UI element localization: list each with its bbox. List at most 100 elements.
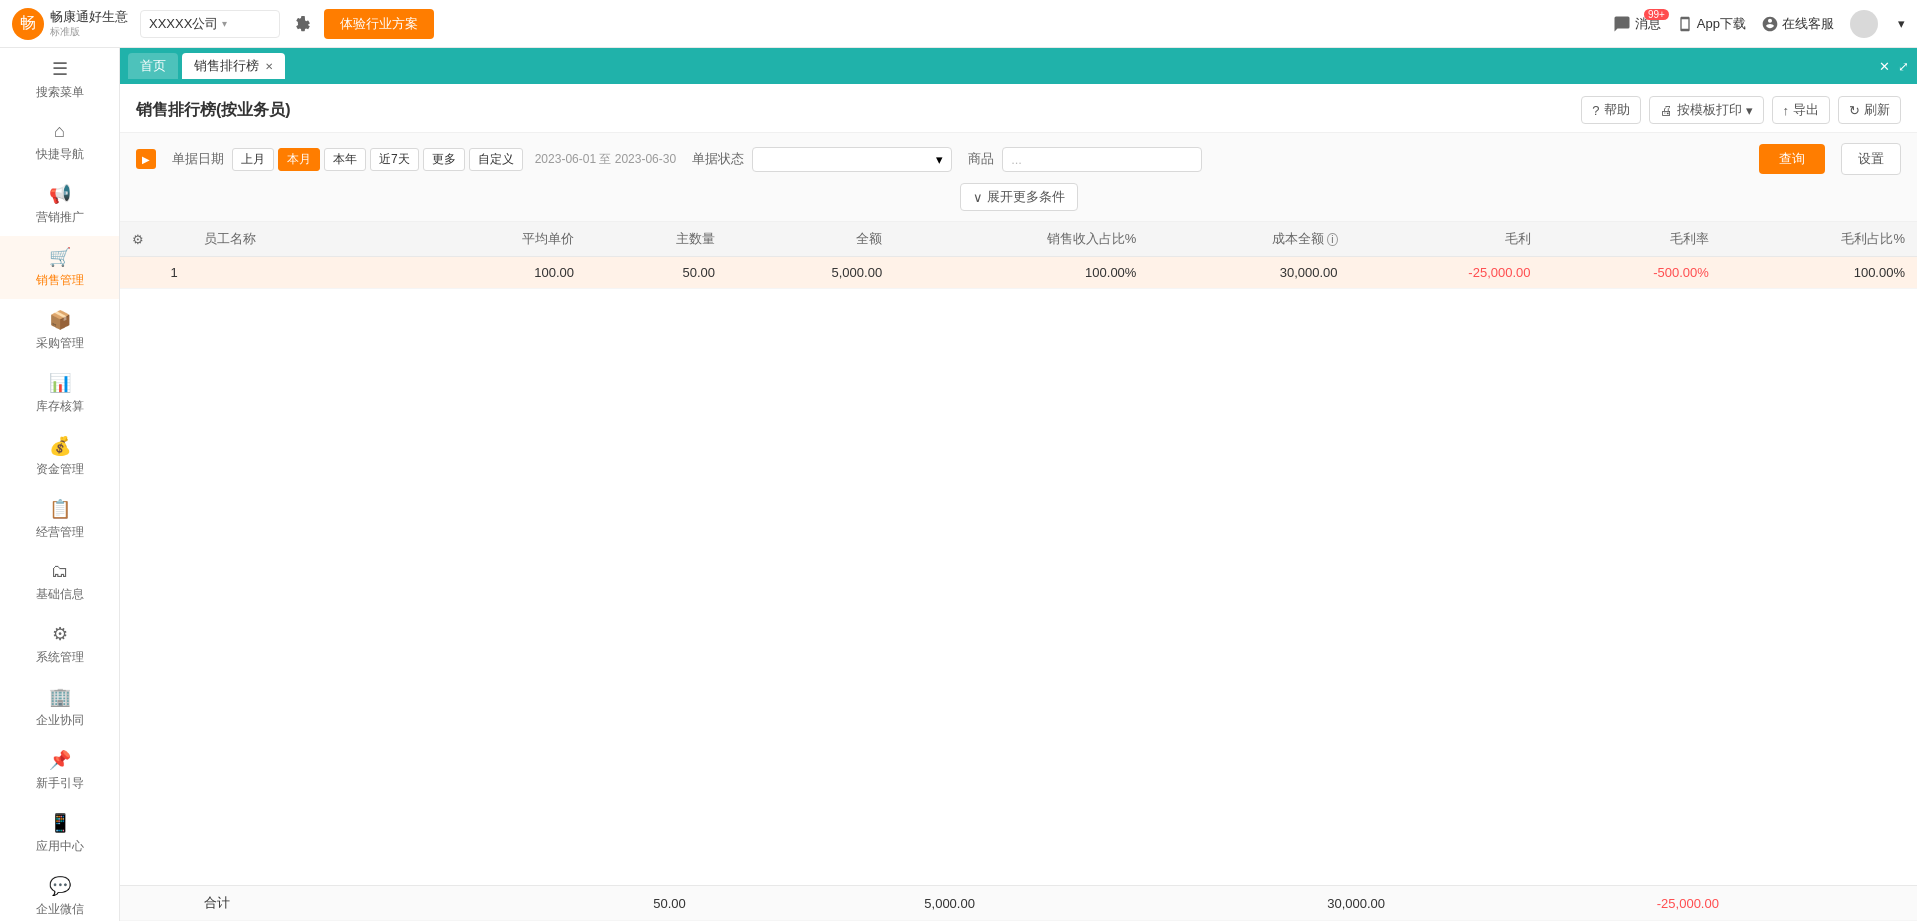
help-icon: ?	[1592, 103, 1599, 118]
sidebar-item-basic-info[interactable]: 🗂 基础信息	[0, 551, 119, 613]
sidebar-item-inventory[interactable]: 📊 库存核算	[0, 362, 119, 425]
logo-icon: 畅	[12, 8, 44, 40]
tab-close-all-icon[interactable]: ✕	[1879, 59, 1890, 74]
sidebar-item-purchase[interactable]: 📦 采购管理	[0, 299, 119, 362]
footer-table: 合计 50.00 5,000.00 30,000.00 -25,000.00	[120, 886, 1917, 921]
footer-row: 合计 50.00 5,000.00 30,000.00 -25,000.00	[120, 886, 1917, 921]
sidebar-item-enterprise-wechat[interactable]: 💬 企业微信	[0, 865, 119, 921]
company-selector[interactable]: XXXXX公司 ▾	[140, 10, 280, 38]
refresh-icon: ↻	[1849, 103, 1860, 118]
help-button[interactable]: ? 帮助	[1581, 96, 1640, 124]
inventory-icon: 📊	[49, 372, 71, 394]
sidebar-item-finance[interactable]: 💰 资金管理	[0, 425, 119, 488]
expand-conditions-button[interactable]: ∨ 展开更多条件	[960, 183, 1078, 211]
sidebar-item-enterprise-collab[interactable]: 🏢 企业协同	[0, 676, 119, 739]
app-download-button[interactable]: App下载	[1677, 15, 1746, 33]
sidebar-item-newbie[interactable]: 📌 新手引导	[0, 739, 119, 802]
user-chevron-icon: ▾	[1898, 16, 1905, 31]
query-button[interactable]: 查询	[1759, 144, 1825, 174]
col-amount: 全额	[727, 222, 894, 257]
goods-input[interactable]: ...	[1002, 147, 1202, 172]
col-settings-icon: ⚙	[132, 232, 144, 247]
status-select[interactable]: ▾	[752, 147, 952, 172]
tab-expand-icon[interactable]: ⤢	[1898, 59, 1909, 74]
app-center-icon: 📱	[49, 812, 71, 834]
settings-button[interactable]: 设置	[1841, 143, 1901, 175]
footer-gross-pct	[1824, 886, 1917, 921]
table-header-row: ⚙ 员工名称 平均单价 主数量 全额 销售收入占比% 成本全额 i 毛利 毛利率…	[120, 222, 1917, 257]
date-buttons: 上月 本月 本年 近7天 更多 自定义	[232, 148, 523, 171]
table-body: 1 100.00 50.00 5,000.00 100.00% 30,000.0…	[120, 257, 1917, 289]
enterprise-collab-icon: 🏢	[49, 686, 71, 708]
app-download-label: App下载	[1697, 15, 1746, 33]
sidebar-item-marketing[interactable]: 📢 营销推广	[0, 173, 119, 236]
filter-collapse-icon[interactable]: ▶	[136, 149, 156, 169]
date-btn-7days[interactable]: 近7天	[370, 148, 419, 171]
table-container: ⚙ 员工名称 平均单价 主数量 全额 销售收入占比% 成本全额 i 毛利 毛利率…	[120, 222, 1917, 885]
page-header: 销售排行榜(按业务员) ? 帮助 🖨 按模板打印 ▾ ↑ 导出	[120, 84, 1917, 133]
cell-name	[192, 257, 416, 289]
col-sales-pct: 销售收入占比%	[894, 222, 1148, 257]
col-avg-price: 平均单价	[416, 222, 586, 257]
tab-sales-ranking[interactable]: 销售排行榜 ✕	[182, 53, 285, 79]
sidebar: ☰ 搜索菜单 ⌂ 快捷导航 📢 营销推广 🛒 销售管理 📦 采购管理 📊 库存核…	[0, 48, 120, 921]
col-main-qty: 主数量	[586, 222, 727, 257]
operations-icon: 📋	[49, 498, 71, 520]
marketing-icon: 📢	[49, 183, 71, 205]
purchase-icon: 📦	[49, 309, 71, 331]
cell-amount: 5,000.00	[727, 257, 894, 289]
refresh-button[interactable]: ↻ 刷新	[1838, 96, 1901, 124]
user-avatar[interactable]	[1850, 10, 1878, 38]
col-gross-pct: 毛利占比%	[1721, 222, 1917, 257]
tab-close-icon[interactable]: ✕	[265, 61, 273, 72]
tab-home[interactable]: 首页	[128, 53, 178, 79]
footer-cost: 30,000.00	[1080, 886, 1397, 921]
print-button[interactable]: 🖨 按模板打印 ▾	[1649, 96, 1764, 124]
filter-area: ▶ 单据日期 上月 本月 本年 近7天 更多 自定义 2023-	[120, 133, 1917, 222]
sidebar-item-sales[interactable]: 🛒 销售管理	[0, 236, 119, 299]
filter-row-1: ▶ 单据日期 上月 本月 本年 近7天 更多 自定义 2023-	[136, 143, 1901, 175]
footer-sales-pct	[987, 886, 1080, 921]
sales-icon: 🛒	[49, 246, 71, 268]
footer-gross: -25,000.00	[1397, 886, 1731, 921]
col-settings[interactable]: ⚙	[120, 222, 156, 257]
header-actions: ? 帮助 🖨 按模板打印 ▾ ↑ 导出 ↻ 刷新	[1581, 96, 1901, 124]
footer-avg-price	[386, 886, 479, 921]
cell-main-qty: 50.00	[586, 257, 727, 289]
cell-settings	[120, 257, 156, 289]
date-btn-this-month[interactable]: 本月	[278, 148, 320, 171]
sidebar-item-quick-nav[interactable]: ⌂ 快捷导航	[0, 111, 119, 173]
table-footer: 合计 50.00 5,000.00 30,000.00 -25,000.00	[120, 885, 1917, 921]
sidebar-item-system[interactable]: ⚙ 系统管理	[0, 613, 119, 676]
date-btn-this-year[interactable]: 本年	[324, 148, 366, 171]
page-content: 销售排行榜(按业务员) ? 帮助 🖨 按模板打印 ▾ ↑ 导出	[120, 84, 1917, 921]
system-icon: ⚙	[52, 623, 68, 645]
status-chevron-icon: ▾	[936, 152, 943, 167]
goods-filter-group: 商品 ...	[968, 147, 1202, 172]
logo-line1: 畅康通好生意	[50, 9, 128, 26]
basic-info-icon: 🗂	[51, 561, 69, 582]
print-chevron-icon: ▾	[1746, 103, 1753, 118]
export-icon: ↑	[1783, 103, 1790, 118]
sidebar-item-operations[interactable]: 📋 经营管理	[0, 488, 119, 551]
sidebar-item-search[interactable]: ☰ 搜索菜单	[0, 48, 119, 111]
content-area: 首页 销售排行榜 ✕ ✕ ⤢ 销售排行榜(按业务员) ? 帮助	[120, 48, 1917, 921]
footer-main-qty: 50.00	[479, 886, 698, 921]
message-button[interactable]: 消息 99+	[1613, 15, 1661, 33]
cell-cost: 30,000.00	[1148, 257, 1349, 289]
trial-button[interactable]: 体验行业方案	[324, 9, 434, 39]
date-btn-last-month[interactable]: 上月	[232, 148, 274, 171]
message-badge: 99+	[1644, 9, 1669, 20]
date-btn-more[interactable]: 更多	[423, 148, 465, 171]
online-service-button[interactable]: 在线客服	[1762, 15, 1834, 33]
sidebar-item-app-center[interactable]: 📱 应用中心	[0, 802, 119, 865]
user-name-area[interactable]: ▾	[1894, 16, 1905, 31]
date-btn-custom[interactable]: 自定义	[469, 148, 523, 171]
cell-sales-pct: 100.00%	[894, 257, 1148, 289]
date-filter-label: 单据日期	[172, 150, 224, 168]
export-button[interactable]: ↑ 导出	[1772, 96, 1831, 124]
search-menu-icon: ☰	[52, 58, 68, 80]
goods-filter-label: 商品	[968, 150, 994, 168]
topbar-settings-icon[interactable]	[288, 10, 316, 38]
sales-ranking-table: ⚙ 员工名称 平均单价 主数量 全额 销售收入占比% 成本全额 i 毛利 毛利率…	[120, 222, 1917, 289]
